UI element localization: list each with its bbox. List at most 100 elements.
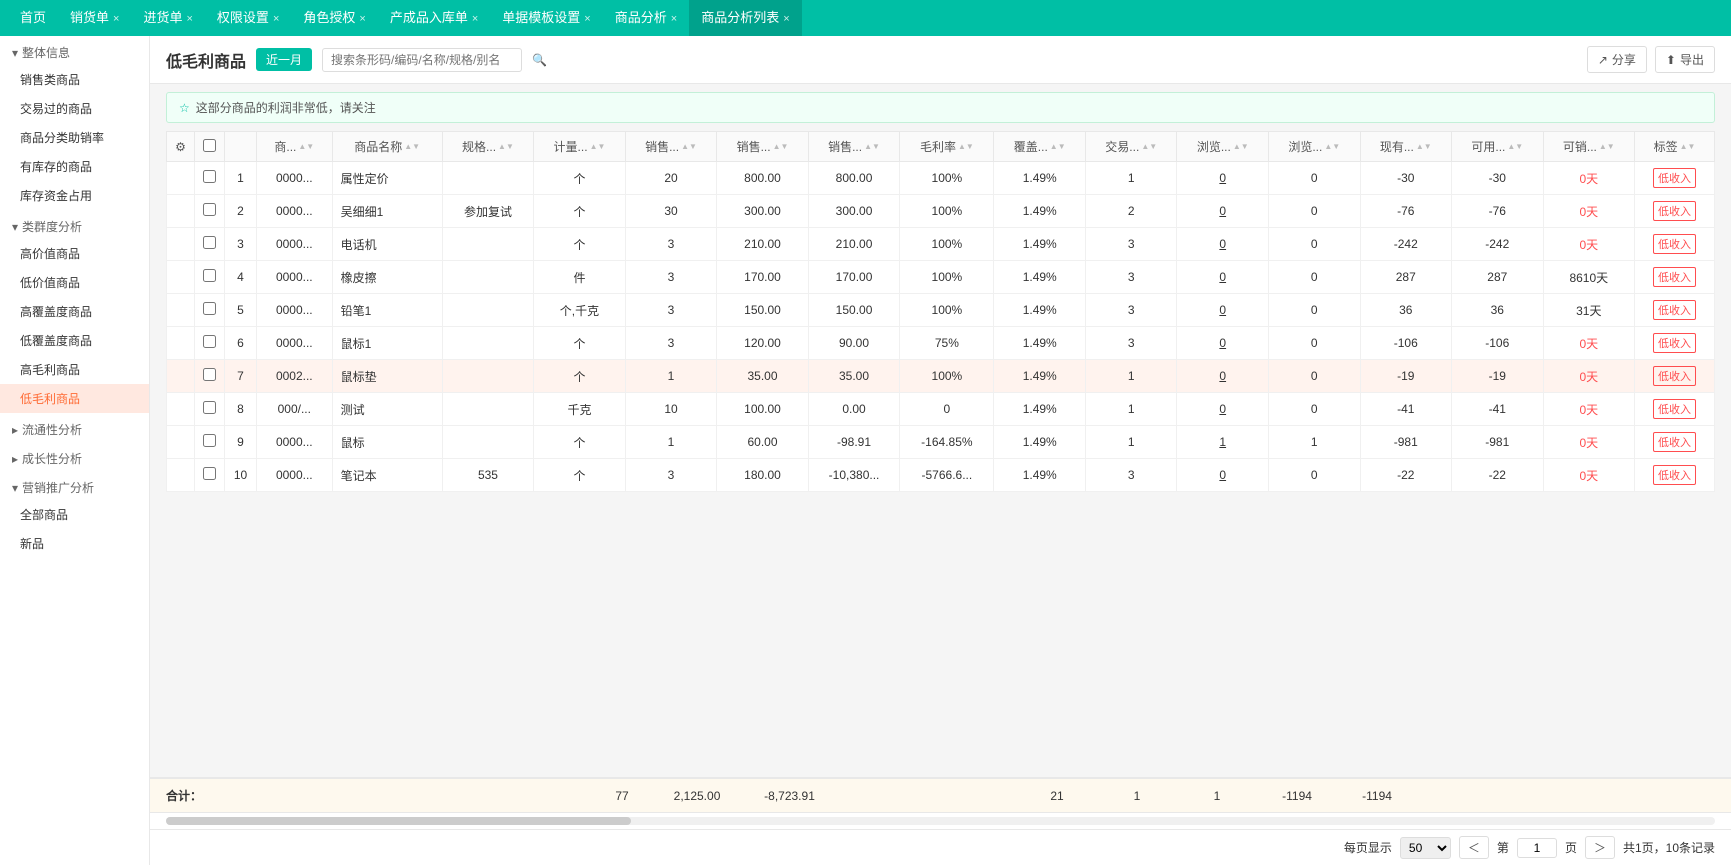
view1-link[interactable]: 0 (1219, 468, 1226, 482)
spec-column-header[interactable]: 规格...▲▼ (442, 132, 534, 162)
view1-link[interactable]: 1 (1219, 435, 1226, 449)
sidebar-item-sales-goods[interactable]: 销售类商品 (0, 65, 149, 94)
sidebar-item-stock-capital[interactable]: 库存资金占用 (0, 181, 149, 210)
nav-home[interactable]: 首页 (8, 0, 58, 36)
prev-page-button[interactable]: ＜ (1459, 836, 1489, 859)
row-view1-cell[interactable]: 0 (1177, 228, 1269, 261)
sidebar-group-circulation[interactable]: ▸ 流通性分析 (0, 413, 149, 442)
view1-link[interactable]: 0 (1219, 237, 1226, 251)
nav-role-auth[interactable]: 角色授权× (291, 0, 377, 36)
nav-close-icon[interactable]: × (671, 13, 677, 25)
saleable-column-header[interactable]: 可销...▲▼ (1543, 132, 1635, 162)
sidebar-group-marketing[interactable]: ▾ 营销推广分析 (0, 471, 149, 500)
view2-column-header[interactable]: 浏览...▲▼ (1269, 132, 1361, 162)
row-checkbox[interactable] (203, 203, 216, 216)
next-page-button[interactable]: ＞ (1585, 836, 1615, 859)
name-column-header[interactable]: 商品名称▲▼ (332, 132, 442, 162)
search-icon[interactable]: 🔍 (532, 53, 547, 67)
row-view1-cell[interactable]: 0 (1177, 327, 1269, 360)
sidebar-item-low-coverage[interactable]: 低覆盖度商品 (0, 326, 149, 355)
per-page-select[interactable]: 50 100 200 (1400, 837, 1451, 859)
row-checkbox[interactable] (203, 302, 216, 315)
nav-template-settings[interactable]: 单据模板设置× (490, 0, 602, 36)
row-checkbox-cell[interactable] (195, 360, 225, 393)
row-checkbox[interactable] (203, 335, 216, 348)
sidebar-item-high-margin[interactable]: 高毛利商品 (0, 355, 149, 384)
row-view1-cell[interactable]: 1 (1177, 426, 1269, 459)
row-checkbox[interactable] (203, 269, 216, 282)
row-checkbox-cell[interactable] (195, 294, 225, 327)
row-checkbox[interactable] (203, 434, 216, 447)
sidebar-group-cluster[interactable]: ▾ 类群度分析 (0, 210, 149, 239)
row-view1-cell[interactable]: 0 (1177, 360, 1269, 393)
row-checkbox[interactable] (203, 467, 216, 480)
cover-rate-column-header[interactable]: 覆盖...▲▼ (994, 132, 1086, 162)
trade-count-column-header[interactable]: 交易...▲▼ (1085, 132, 1177, 162)
nav-purchase-order[interactable]: 进货单× (131, 0, 204, 36)
row-view1-cell[interactable]: 0 (1177, 294, 1269, 327)
row-checkbox-cell[interactable] (195, 195, 225, 228)
sidebar-item-high-coverage[interactable]: 高覆盖度商品 (0, 297, 149, 326)
row-view1-cell[interactable]: 0 (1177, 195, 1269, 228)
search-input[interactable] (322, 48, 522, 72)
sidebar-item-all-goods[interactable]: 全部商品 (0, 500, 149, 529)
row-checkbox-cell[interactable] (195, 459, 225, 492)
sales-profit-column-header[interactable]: 销售...▲▼ (808, 132, 900, 162)
nav-close-icon[interactable]: × (273, 13, 279, 25)
nav-product-analysis-list[interactable]: 商品分析列表× (689, 0, 801, 36)
view1-link[interactable]: 0 (1219, 303, 1226, 317)
export-button[interactable]: ⬆ 导出 (1655, 46, 1715, 73)
share-button[interactable]: ↗ 分享 (1587, 46, 1647, 73)
nav-finished-goods[interactable]: 产成品入库单× (378, 0, 490, 36)
current-stock-column-header[interactable]: 现有...▲▼ (1360, 132, 1452, 162)
tag-column-header[interactable]: 标签▲▼ (1635, 132, 1715, 162)
row-view1-cell[interactable]: 0 (1177, 459, 1269, 492)
gross-rate-column-header[interactable]: 毛利率▲▼ (900, 132, 994, 162)
view1-link[interactable]: 0 (1219, 336, 1226, 350)
nav-close-icon[interactable]: × (113, 13, 119, 25)
row-checkbox-cell[interactable] (195, 261, 225, 294)
sidebar-item-new-goods[interactable]: 新品 (0, 529, 149, 558)
row-checkbox-cell[interactable] (195, 327, 225, 360)
row-checkbox[interactable] (203, 401, 216, 414)
row-view1-cell[interactable]: 0 (1177, 393, 1269, 426)
nav-close-icon[interactable]: × (472, 13, 478, 25)
row-checkbox[interactable] (203, 170, 216, 183)
sidebar-group-growth[interactable]: ▸ 成长性分析 (0, 442, 149, 471)
view1-link[interactable]: 0 (1219, 402, 1226, 416)
view1-link[interactable]: 0 (1219, 369, 1226, 383)
page-number-input[interactable] (1517, 838, 1557, 858)
nav-sales-order[interactable]: 销货单× (58, 0, 131, 36)
horizontal-scrollbar[interactable] (150, 813, 1731, 829)
nav-close-icon[interactable]: × (359, 13, 365, 25)
view1-column-header[interactable]: 浏览...▲▼ (1177, 132, 1269, 162)
sidebar-item-traded-goods[interactable]: 交易过的商品 (0, 94, 149, 123)
unit-column-header[interactable]: 计量...▲▼ (534, 132, 626, 162)
nav-close-icon[interactable]: × (584, 13, 590, 25)
available-column-header[interactable]: 可用...▲▼ (1452, 132, 1544, 162)
view1-link[interactable]: 0 (1219, 270, 1226, 284)
row-checkbox-cell[interactable] (195, 393, 225, 426)
scrollbar-thumb[interactable] (166, 817, 631, 825)
settings-column-header[interactable]: ⚙ (167, 132, 195, 162)
select-all-checkbox[interactable] (203, 139, 216, 152)
view1-link[interactable]: 0 (1219, 171, 1226, 185)
sales-qty-column-header[interactable]: 销售...▲▼ (625, 132, 717, 162)
row-checkbox[interactable] (203, 368, 216, 381)
row-checkbox-cell[interactable] (195, 426, 225, 459)
row-checkbox-cell[interactable] (195, 162, 225, 195)
nav-close-icon[interactable]: × (186, 13, 192, 25)
sidebar-item-low-value[interactable]: 低价值商品 (0, 268, 149, 297)
sidebar-group-overall[interactable]: ▾ 整体信息 (0, 36, 149, 65)
row-view1-cell[interactable]: 0 (1177, 162, 1269, 195)
row-checkbox-cell[interactable] (195, 228, 225, 261)
nav-product-analysis[interactable]: 商品分析× (603, 0, 689, 36)
nav-close-icon[interactable]: × (783, 13, 789, 25)
sales-price-column-header[interactable]: 销售...▲▼ (717, 132, 809, 162)
sidebar-item-low-margin[interactable]: 低毛利商品 (0, 384, 149, 413)
nav-permissions[interactable]: 权限设置× (205, 0, 291, 36)
sidebar-item-high-value[interactable]: 高价值商品 (0, 239, 149, 268)
date-filter-button[interactable]: 近一月 (256, 48, 312, 71)
sidebar-item-stocked-goods[interactable]: 有库存的商品 (0, 152, 149, 181)
row-checkbox[interactable] (203, 236, 216, 249)
